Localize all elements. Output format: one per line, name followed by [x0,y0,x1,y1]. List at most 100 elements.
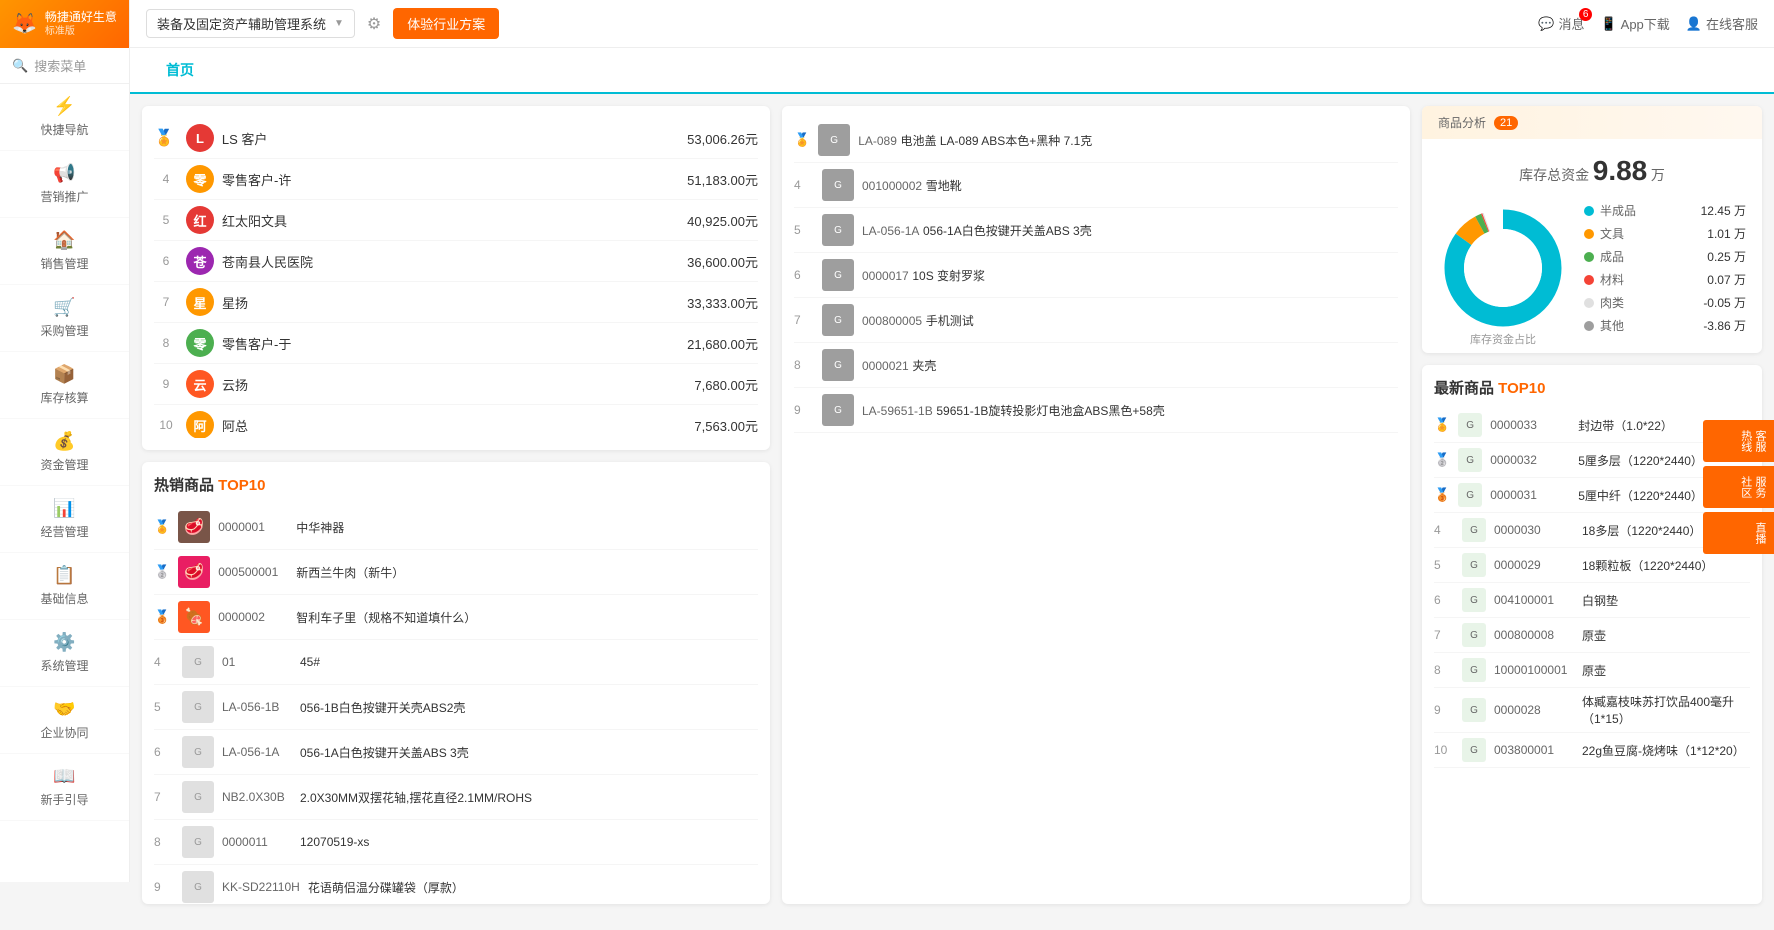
rank-num-7: 9 [154,377,178,391]
newest-row-7: 7 G 000800008 原壶 [1434,618,1750,653]
system-selector[interactable]: 装备及固定资产辅助管理系统 ▼ [146,9,355,38]
sidebar-item-system[interactable]: ⚙️ 系统管理 [0,620,129,687]
finance-label: 资金管理 [40,456,88,473]
inventory-legend: 半成品 12.45 万 文具 1.01 万 [1584,199,1746,337]
legend-name-0: 半成品 [1600,202,1636,219]
newest-img-3: G [1458,483,1482,507]
sidebar-nav: ⚡ 快捷导航 📢 营销推广 🏠 销售管理 🛒 采购管理 📦 库存核算 💰 资金管… [0,84,129,882]
sidebar-item-guide[interactable]: 📖 新手引导 [0,754,129,821]
legend-item-2: 成品 0.25 万 [1584,245,1746,268]
hot-rank-4: 4 [154,655,174,669]
basics-label: 基础信息 [40,590,88,607]
rank-amount-2: 51,183.00元 [687,170,758,189]
newest-rank-10: 10 [1434,743,1454,757]
legend-name-4: 肉类 [1600,294,1624,311]
rank-amount-1: 53,006.26元 [687,129,758,148]
rank-amount-8: 7,563.00元 [694,416,758,435]
cs-community-button[interactable]: 服务社区 [1703,466,1774,508]
newest-row-8: 8 G 10000100001 原壶 [1434,653,1750,688]
rank-badge-2: 零 [186,165,214,193]
sidebar-item-enterprise[interactable]: 🤝 企业协同 [0,687,129,754]
trial-button[interactable]: 体验行业方案 [393,8,499,39]
rank-badge-5: 星 [186,288,214,316]
newest-img-5: G [1462,553,1486,577]
legend-item-3: 材料 0.07 万 [1584,268,1746,291]
operations-label: 经营管理 [40,523,88,540]
legend-name-1: 文具 [1600,225,1624,242]
legend-value-3: 0.07 万 [1707,271,1746,288]
sidebar-item-marketing[interactable]: 📢 营销推广 [0,151,129,218]
hot-name-3: 智利车子里（规格不知道填什么） [296,609,758,626]
sidebar-item-purchase[interactable]: 🛒 采购管理 [0,285,129,352]
gear-icon[interactable]: ⚙ [367,14,381,34]
rank-name-3: 红太阳文具 [222,211,687,230]
cs-hotline-button[interactable]: 客服热线 [1703,420,1774,462]
rank-amount-6: 21,680.00元 [687,334,758,353]
logo-icon: 🦊 [12,10,37,38]
rank-badge-3: 红 [186,206,214,234]
newest-row-10: 10 G 003800001 22g鱼豆腐-烧烤味（1*12*20） [1434,733,1750,768]
newest-img-10: G [1462,738,1486,762]
app-download-button[interactable]: 📱 App下载 [1600,14,1669,33]
enterprise-icon: 🤝 [53,699,75,720]
newest-code-8: 10000100001 [1494,663,1574,677]
message-button[interactable]: 💬 消息 6 [1538,14,1584,33]
hot-products-card: 热销商品 TOP10 🏅 🥩 0000001 中华神器 🥈 � [142,462,770,904]
top-product-img-2: G [822,169,854,201]
newest-code-10: 003800001 [1494,743,1574,757]
rank-name-8: 阿总 [222,416,694,435]
header-actions: 💬 消息 6 📱 App下载 👤 在线客服 [1538,14,1758,33]
enterprise-label: 企业协同 [40,724,88,741]
column-2: 🏅 G LA-089 电池盖 LA-089 ABS本色+黑种 7.1克 4 G … [782,106,1410,904]
top-product-1: 🏅 G LA-089 电池盖 LA-089 ABS本色+黑种 7.1克 [794,118,1398,163]
top-name-2: 雪地靴 [926,179,962,193]
newest-products-title-accent: TOP10 [1498,380,1545,397]
search-icon: 🔍 [12,58,28,74]
newest-code-6: 004100001 [1494,593,1574,607]
hot-products-title-accent: TOP10 [218,477,265,494]
hot-product-img-3: 🍖 [178,601,210,633]
top-product-6: 8 G 0000021 夹壳 [794,343,1398,388]
cs-live-button[interactable]: 直播 [1703,512,1774,554]
top-code-7: LA-59651-1B [862,404,933,418]
legend-dot-5 [1584,321,1594,331]
top-code-6: 0000021 [862,359,909,373]
quick-nav-label: 快捷导航 [40,121,88,138]
rank-name-1: LS 客户 [222,129,687,148]
app-logo: 🦊 畅捷通好生意 标准版 [0,0,129,48]
hot-name-5: 056-1B白色按键开关壳ABS2壳 [300,699,758,716]
sidebar-item-quick-nav[interactable]: ⚡ 快捷导航 [0,84,129,151]
hot-code-3: 0000002 [218,610,288,624]
sidebar-item-inventory[interactable]: 📦 库存核算 [0,352,129,419]
newest-code-7: 000800008 [1494,628,1574,642]
newest-rank-8: 8 [1434,663,1454,677]
tab-home[interactable]: 首页 [146,48,214,94]
sidebar-item-finance[interactable]: 💰 资金管理 [0,419,129,486]
inventory-total-label: 库存总资金 [1519,167,1589,183]
sidebar: 🦊 畅捷通好生意 标准版 🔍 搜索菜单 ⚡ 快捷导航 📢 营销推广 🏠 销售管理… [0,0,130,882]
sales-label: 销售管理 [40,255,88,272]
hot-name-9: 花语萌侣温分碟罐袋（厚款） [308,879,758,896]
newest-rank-4: 4 [1434,523,1454,537]
top-name-1: 电池盖 LA-089 ABS本色+黑种 7.1克 [901,134,1093,148]
newest-code-5: 0000029 [1494,558,1574,572]
sidebar-item-basics[interactable]: 📋 基础信息 [0,553,129,620]
sidebar-item-operations[interactable]: 📊 经营管理 [0,486,129,553]
rank-badge-8: 阿 [186,411,214,438]
newest-medal-1: 🏅 [1434,417,1450,433]
hot-medal-3: 🥉 [154,609,170,625]
hot-rank-5: 5 [154,700,174,714]
search-menu-item[interactable]: 🔍 搜索菜单 [0,48,129,84]
top-rank-6: 8 [794,358,814,372]
hot-code-4: 01 [222,655,292,669]
hot-name-8: 12070519-xs [300,835,758,849]
inventory-chart-area: 库存资金占比 半成品 12.45 万 [1438,199,1746,337]
hot-product-9: 9 G KK-SD22110H 花语萌侣温分碟罐袋（厚款） [154,865,758,904]
newest-code-4: 0000030 [1494,523,1574,537]
sidebar-item-sales[interactable]: 🏠 销售管理 [0,218,129,285]
hot-code-7: NB2.0X30B [222,790,292,804]
legend-dot-1 [1584,229,1594,239]
online-service-button[interactable]: 👤 在线客服 [1686,14,1758,33]
hot-product-6: 6 G LA-056-1A 056-1A白色按键开关盖ABS 3壳 [154,730,758,775]
page-tabs: 首页 [130,48,1774,94]
